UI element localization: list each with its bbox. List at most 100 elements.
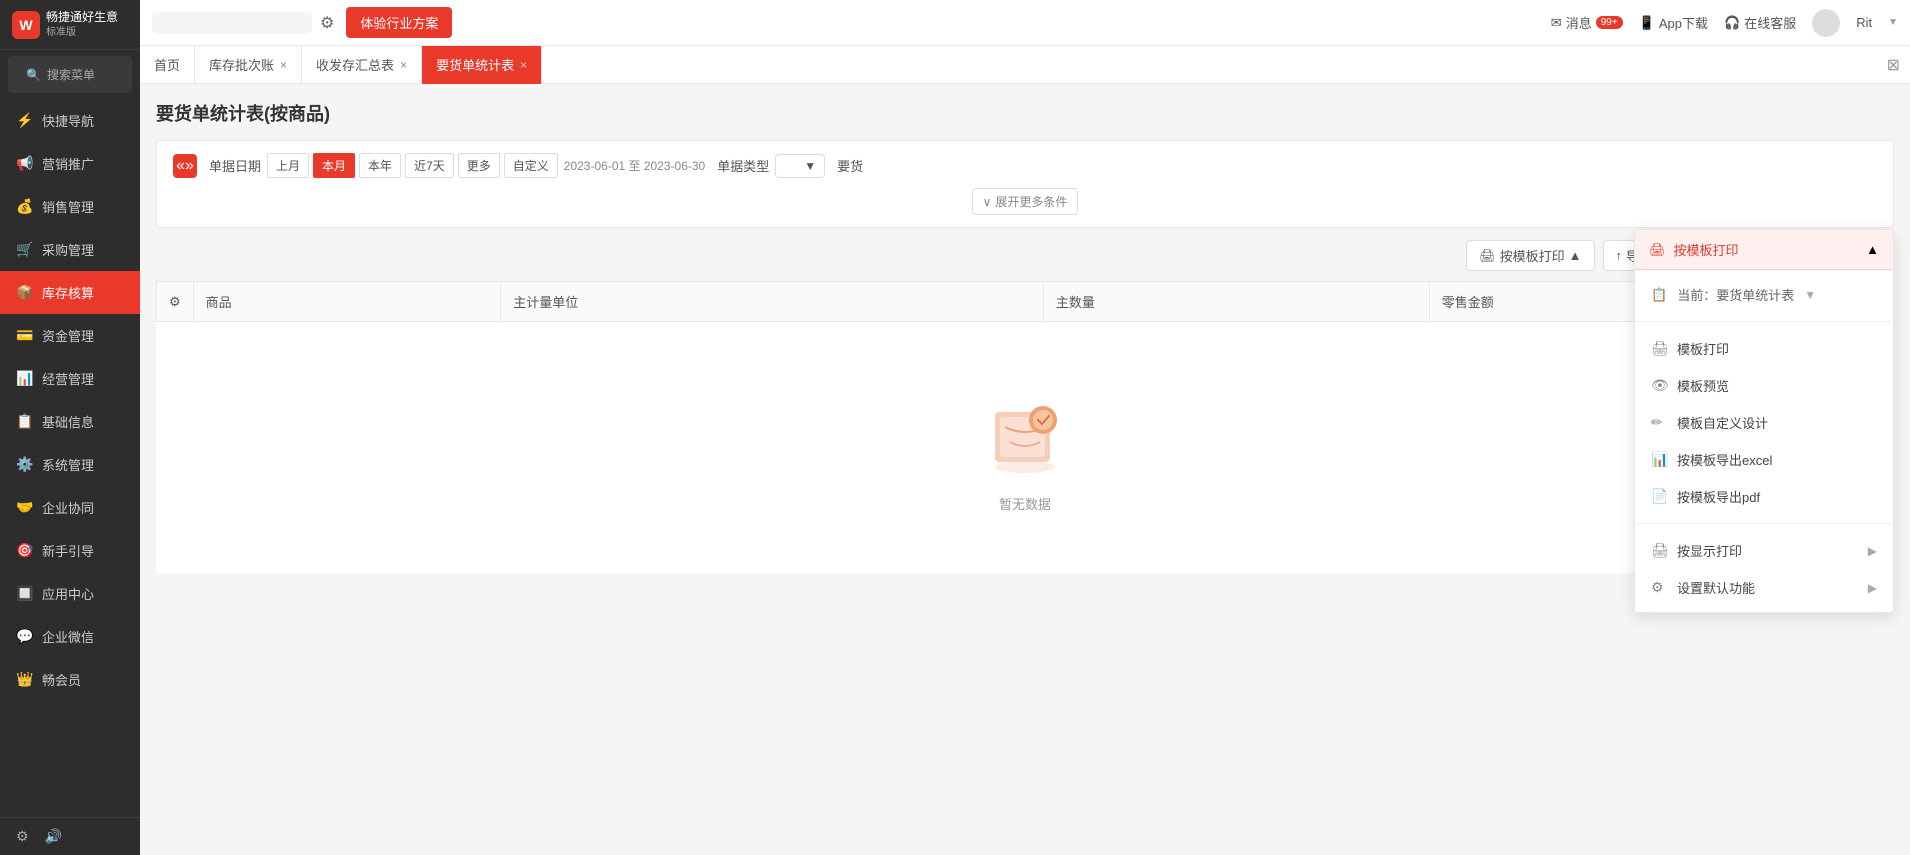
basic-icon: 📋 <box>16 413 34 431</box>
sidebar-item-label: 采购管理 <box>42 240 94 259</box>
print-label: 按模板打印 <box>1500 246 1565 265</box>
dropdown-bottom-section: 🖨 按显示打印 ▶ ⚙ 设置默认功能 ▶ <box>1635 526 1893 612</box>
topbar-right: ✉ 消息 99+ 📱 App下载 🎧 在线客服 Rit ▼ <box>1551 9 1898 37</box>
sidebar-search[interactable]: 🔍 搜索菜单 <box>8 56 132 93</box>
sidebar-bottom: ⚙ 🔊 <box>0 817 140 855</box>
sidebar-item-wechat[interactable]: 💬 企业微信 <box>0 615 140 658</box>
template-preview-label: 模板预览 <box>1677 376 1729 395</box>
sidebar-item-cooperation[interactable]: 🤝 企业协同 <box>0 486 140 529</box>
tab-order-stats-close[interactable]: × <box>520 58 527 72</box>
online-service-btn[interactable]: 🎧 在线客服 <box>1724 13 1796 32</box>
filter-card: «» 单据日期 上月 本月 本年 近7天 更多 自定义 2023-06-01 至… <box>156 140 1894 228</box>
sidebar-item-label: 企业协同 <box>42 498 94 517</box>
tab-inventory-batch-close[interactable]: × <box>280 58 287 72</box>
notifications-label: 消息 <box>1566 13 1592 32</box>
dropdown-item-template-preview[interactable]: 👁 模板预览 <box>1635 367 1893 404</box>
sidebar-item-finance[interactable]: 💳 资金管理 <box>0 314 140 357</box>
template-design-label: 模板自定义设计 <box>1677 413 1768 432</box>
purchase-icon: 🛒 <box>16 241 34 259</box>
current-template-icon: 📋 <box>1651 287 1667 303</box>
topbar-gear-icon[interactable]: ⚙ <box>320 13 334 33</box>
dropdown-items-section: 🖨 模板打印 👁 模板预览 ✏ 模板自定义设计 📊 按模板导出excel 📄 <box>1635 324 1893 521</box>
tab-order-stats[interactable]: 要货单统计表 × <box>422 46 542 84</box>
sidebar-item-label: 应用中心 <box>42 584 94 603</box>
table-col-goods: 商品 <box>193 282 501 322</box>
sidebar-item-sales[interactable]: 💰 销售管理 <box>0 185 140 228</box>
dropdown-header-right: ▲ <box>1866 242 1879 257</box>
print-dropdown-icon: 🖨 <box>1649 242 1666 258</box>
tab-inventory-batch[interactable]: 库存批次账 × <box>195 46 302 84</box>
date-btn-last-month[interactable]: 上月 <box>267 153 309 178</box>
print-icon: 🖨 <box>1479 248 1496 264</box>
date-range-group: 上月 本月 本年 近7天 更多 自定义 <box>267 153 558 178</box>
expand-more-btn[interactable]: ∨ 展开更多条件 <box>972 188 1079 215</box>
dropdown-item-template-print[interactable]: 🖨 模板打印 <box>1635 330 1893 367</box>
marketing-icon: 📢 <box>16 155 34 173</box>
table-settings-col[interactable]: ⚙ <box>157 282 194 322</box>
tab-collection-summary-close[interactable]: × <box>400 58 407 72</box>
notifications-badge: 99+ <box>1596 16 1623 29</box>
industry-solution-btn[interactable]: 体验行业方案 <box>346 7 452 38</box>
sidebar-item-newbie[interactable]: 🎯 新手引导 <box>0 529 140 572</box>
sidebar-item-quick-nav[interactable]: ⚡ 快捷导航 <box>0 99 140 142</box>
topbar-search-input[interactable] <box>162 16 302 30</box>
order-type-label: 要货 <box>837 156 863 175</box>
dropdown-item-export-excel[interactable]: 📊 按模板导出excel <box>1635 441 1893 478</box>
date-btn-this-year[interactable]: 本年 <box>359 153 401 178</box>
filter-row: «» 单据日期 上月 本月 本年 近7天 更多 自定义 2023-06-01 至… <box>173 153 1877 178</box>
sidebar-item-marketing[interactable]: 📢 营销推广 <box>0 142 140 185</box>
current-template-label: 当前：要货单统计表 <box>1677 285 1794 304</box>
sidebar-item-label: 经营管理 <box>42 369 94 388</box>
app-download-label: App下载 <box>1659 13 1708 32</box>
date-btn-7days[interactable]: 近7天 <box>405 153 454 178</box>
topbar-search-area[interactable] <box>152 12 312 34</box>
display-print-label: 按显示打印 <box>1677 541 1742 560</box>
tab-collection-summary[interactable]: 收发存汇总表 × <box>302 46 422 84</box>
tab-home[interactable]: 首页 <box>140 46 195 84</box>
user-avatar[interactable] <box>1812 9 1840 37</box>
sidebar-item-operation[interactable]: 📊 经营管理 <box>0 357 140 400</box>
sidebar-item-system[interactable]: ⚙️ 系统管理 <box>0 443 140 486</box>
print-btn[interactable]: 🖨 按模板打印 ▲ <box>1466 240 1594 271</box>
template-design-icon: ✏ <box>1651 414 1667 431</box>
dropdown-item-template-design[interactable]: ✏ 模板自定义设计 <box>1635 404 1893 441</box>
search-icon: 🔍 <box>26 68 41 82</box>
sidebar-item-inventory[interactable]: 📦 库存核算 <box>0 271 140 314</box>
expand-icon: ∨ <box>983 195 992 209</box>
display-print-left: 🖨 按显示打印 <box>1651 541 1742 560</box>
sidebar-item-apps[interactable]: 🔲 应用中心 <box>0 572 140 615</box>
dropdown-item-export-pdf[interactable]: 📄 按模板导出pdf <box>1635 478 1893 515</box>
empty-text: 暂无数据 <box>999 494 1051 513</box>
notifications-btn[interactable]: ✉ 消息 99+ <box>1551 13 1623 32</box>
dropdown-header: 🖨 按模板打印 ▲ <box>1635 230 1893 270</box>
dropdown-current-section: 📋 当前：要货单统计表 ▼ <box>1635 270 1893 319</box>
date-btn-custom[interactable]: 自定义 <box>504 153 558 178</box>
dropdown-current-item: 📋 当前：要货单统计表 ▼ <box>1635 276 1893 313</box>
member-icon: 👑 <box>16 671 34 689</box>
date-btn-more[interactable]: 更多 <box>458 153 500 178</box>
type-select[interactable]: ▼ <box>775 154 825 178</box>
bell-icon: ✉ <box>1551 15 1562 31</box>
date-btn-this-month[interactable]: 本月 <box>313 153 355 178</box>
dropdown-item-default-func[interactable]: ⚙ 设置默认功能 ▶ <box>1635 569 1893 606</box>
date-label: 单据日期 <box>209 156 261 175</box>
table-col-unit: 主计量单位 <box>501 282 1044 322</box>
dropdown-chevron-up[interactable]: ▲ <box>1866 242 1879 257</box>
finance-icon: 💳 <box>16 327 34 345</box>
main-area: ⚙ 体验行业方案 ✉ 消息 99+ 📱 App下载 🎧 在线客服 Rit ▼ 首… <box>140 0 1910 855</box>
dropdown-item-display-print[interactable]: 🖨 按显示打印 ▶ <box>1635 532 1893 569</box>
user-menu-chevron[interactable]: ▼ <box>1888 17 1898 28</box>
sound-icon[interactable]: 🔊 <box>45 828 62 845</box>
sidebar-item-basic[interactable]: 📋 基础信息 <box>0 400 140 443</box>
sidebar-item-purchase[interactable]: 🛒 采购管理 <box>0 228 140 271</box>
app-download-btn[interactable]: 📱 App下载 <box>1639 13 1708 32</box>
sidebar-item-member[interactable]: 👑 畅会员 <box>0 658 140 701</box>
tabs-maximize-btn[interactable]: ⊠ <box>1887 55 1900 75</box>
settings-icon[interactable]: ⚙ <box>16 828 29 845</box>
filter-toggle-btn[interactable]: «» <box>173 154 197 178</box>
table-col-quantity: 主数量 <box>1043 282 1429 322</box>
tabs-bar: 首页 库存批次账 × 收发存汇总表 × 要货单统计表 × ⊠ <box>140 46 1910 84</box>
sidebar-item-label: 库存核算 <box>42 283 94 302</box>
page-title: 要货单统计表(按商品) <box>156 100 1894 126</box>
newbie-icon: 🎯 <box>16 542 34 560</box>
